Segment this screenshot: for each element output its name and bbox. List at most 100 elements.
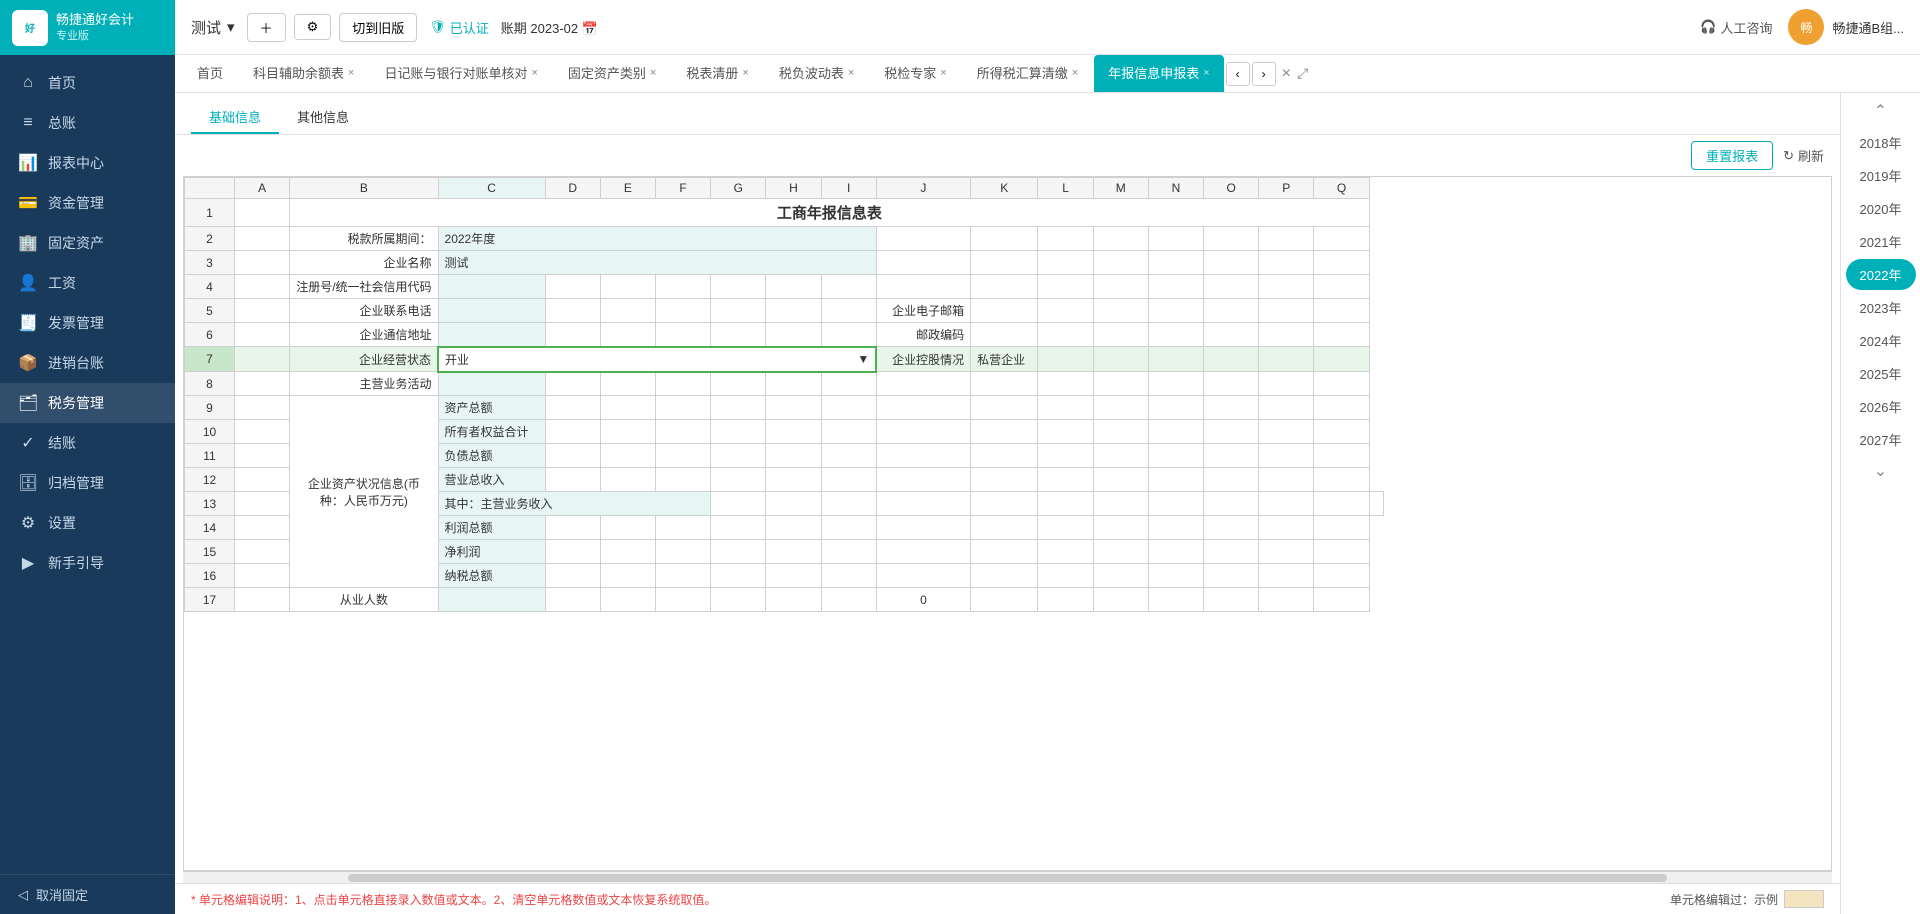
cell-8-j[interactable]	[876, 372, 970, 396]
cell-6-l[interactable]	[1038, 323, 1093, 347]
year-2019[interactable]: 2019年	[1846, 160, 1916, 191]
cell-15-i[interactable]	[821, 540, 876, 564]
cell-11-m[interactable]	[1093, 444, 1148, 468]
cell-10-d[interactable]	[545, 420, 600, 444]
cell-11-k[interactable]	[971, 444, 1038, 468]
cell-12-o[interactable]	[1204, 468, 1259, 492]
close-icon[interactable]: ×	[742, 67, 748, 79]
sidebar-item-settings[interactable]: ⚙ 设置	[0, 503, 175, 543]
cell-8-k[interactable]	[971, 372, 1038, 396]
cell-15-l[interactable]	[1038, 540, 1093, 564]
cell-12-e[interactable]	[600, 468, 655, 492]
cell-5-m[interactable]	[1093, 299, 1148, 323]
cell-4-p[interactable]	[1259, 275, 1314, 299]
cell-15-k[interactable]	[971, 540, 1038, 564]
cell-5-n[interactable]	[1148, 299, 1203, 323]
cell-14-m[interactable]	[1093, 516, 1148, 540]
cell-9-k[interactable]	[971, 396, 1038, 420]
cell-2-q[interactable]	[1314, 227, 1369, 251]
cell-9-e[interactable]	[600, 396, 655, 420]
chevron-down-icon[interactable]: ▼	[857, 352, 869, 366]
sidebar-item-home[interactable]: ⌂ 首页	[0, 63, 175, 103]
cell-9-p[interactable]	[1259, 396, 1314, 420]
cell-3-j[interactable]	[876, 251, 970, 275]
cell-11-a[interactable]	[235, 444, 290, 468]
cell-6-q[interactable]	[1314, 323, 1369, 347]
cell-11-q[interactable]	[1314, 444, 1369, 468]
year-2025[interactable]: 2025年	[1846, 358, 1916, 389]
cell-10-n[interactable]	[1148, 420, 1203, 444]
cell-11-l[interactable]	[1038, 444, 1093, 468]
cell-9-a[interactable]	[235, 396, 290, 420]
cell-16-a[interactable]	[235, 564, 290, 588]
cell-2-k[interactable]	[971, 227, 1038, 251]
col-header-b[interactable]: B	[290, 178, 438, 199]
cell-10-e[interactable]	[600, 420, 655, 444]
cell-7-q[interactable]	[1314, 347, 1369, 372]
close-icon[interactable]: ×	[531, 67, 537, 79]
cell-5-p[interactable]	[1259, 299, 1314, 323]
cell-12-j[interactable]	[876, 468, 970, 492]
cell-6-i[interactable]	[821, 323, 876, 347]
cell-2-o[interactable]	[1204, 227, 1259, 251]
cell-6-m[interactable]	[1093, 323, 1148, 347]
cell-15-c[interactable]: 净利润	[438, 540, 545, 564]
cell-16-g[interactable]	[711, 564, 766, 588]
cell-3-l[interactable]	[1038, 251, 1093, 275]
cell-13-k[interactable]	[1038, 492, 1093, 516]
cell-15-f[interactable]	[655, 540, 710, 564]
spreadsheet-container[interactable]: A B C D E F G H I J K L M	[183, 176, 1832, 871]
cell-16-l[interactable]	[1038, 564, 1093, 588]
cell-5-o[interactable]	[1204, 299, 1259, 323]
cell-11-d[interactable]	[545, 444, 600, 468]
sidebar-item-archive[interactable]: 🗄 归档管理	[0, 463, 175, 503]
reset-btn[interactable]: 重置报表	[1691, 141, 1773, 170]
cell-4-c[interactable]	[438, 275, 545, 299]
cell-15-m[interactable]	[1093, 540, 1148, 564]
cell-12-a[interactable]	[235, 468, 290, 492]
cell-2-j[interactable]	[876, 227, 970, 251]
cell-7-l[interactable]	[1038, 347, 1093, 372]
cell-8-e[interactable]	[600, 372, 655, 396]
close-icon[interactable]: ×	[650, 67, 656, 79]
cell-6-a[interactable]	[235, 323, 290, 347]
cell-5-i[interactable]	[821, 299, 876, 323]
cell-17-d[interactable]	[545, 588, 600, 612]
cell-14-f[interactable]	[655, 516, 710, 540]
cell-6-e[interactable]	[600, 323, 655, 347]
cell-13-l[interactable]	[1093, 492, 1148, 516]
cell-10-i[interactable]	[821, 420, 876, 444]
cell-15-q[interactable]	[1314, 540, 1369, 564]
add-button[interactable]: ＋	[247, 13, 286, 42]
tab-aux[interactable]: 科目辅助余额表 ×	[239, 55, 368, 92]
cell-3-m[interactable]	[1093, 251, 1148, 275]
cell-13-j[interactable]	[971, 492, 1038, 516]
cell-11-j[interactable]	[876, 444, 970, 468]
year-2023[interactable]: 2023年	[1846, 292, 1916, 323]
cell-4-l[interactable]	[1038, 275, 1093, 299]
cell-4-g[interactable]	[711, 275, 766, 299]
cell-16-i[interactable]	[821, 564, 876, 588]
cell-7-k[interactable]: 私营企业	[971, 347, 1038, 372]
cell-7-c[interactable]: 开业 ▼	[438, 347, 876, 372]
col-header-a[interactable]: A	[235, 178, 290, 199]
cell-13-i[interactable]	[876, 492, 970, 516]
sidebar-item-inventory[interactable]: 📦 进销台账	[0, 343, 175, 383]
cell-3-q[interactable]	[1314, 251, 1369, 275]
col-header-d[interactable]: D	[545, 178, 600, 199]
cell-7-n[interactable]	[1148, 347, 1203, 372]
cell-11-p[interactable]	[1259, 444, 1314, 468]
cell-11-f[interactable]	[655, 444, 710, 468]
cell-13-a[interactable]	[235, 492, 290, 516]
col-header-o[interactable]: O	[1204, 178, 1259, 199]
col-header-c[interactable]: C	[438, 178, 545, 199]
sidebar-item-payroll[interactable]: 👤 工资	[0, 263, 175, 303]
cell-6-d[interactable]	[545, 323, 600, 347]
cell-4-m[interactable]	[1093, 275, 1148, 299]
cell-12-l[interactable]	[1038, 468, 1093, 492]
close-icon[interactable]: ×	[348, 67, 354, 79]
cell-16-q[interactable]	[1314, 564, 1369, 588]
cell-12-n[interactable]	[1148, 468, 1203, 492]
cell-17-n[interactable]	[1148, 588, 1203, 612]
cell-7-p[interactable]	[1259, 347, 1314, 372]
